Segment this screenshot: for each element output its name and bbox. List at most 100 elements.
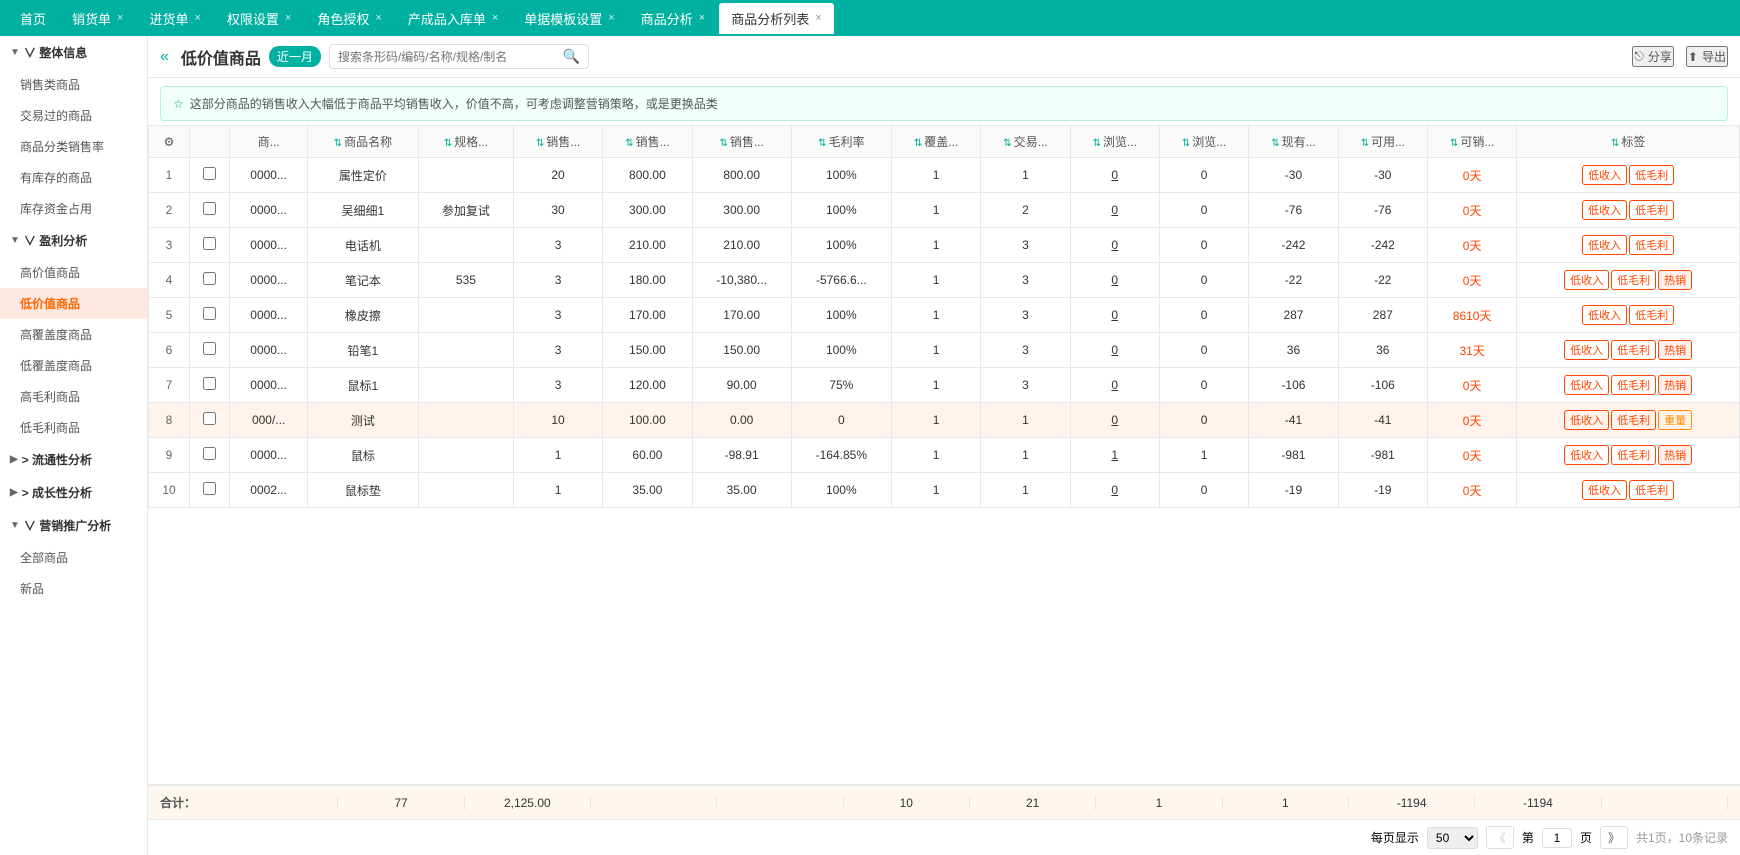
close-icon[interactable]: × — [375, 12, 381, 24]
nav-item-销货单[interactable]: 销货单× — [60, 3, 135, 34]
row-select-checkbox[interactable] — [203, 412, 216, 425]
row-checkbox[interactable] — [190, 298, 230, 333]
sidebar-group-整体信息[interactable]: ▼ ∨ 整体信息 — [0, 36, 147, 69]
view1-link[interactable]: 0 — [1111, 168, 1118, 182]
export-button[interactable]: ⬆ 导出 — [1686, 46, 1728, 67]
row-view1[interactable]: 0 — [1070, 333, 1159, 368]
page-input[interactable] — [1542, 828, 1572, 848]
time-badge[interactable]: 近一月 — [269, 46, 321, 67]
nav-item-产成品入库单[interactable]: 产成品入库单× — [396, 3, 510, 34]
next-page-button[interactable]: 》 — [1600, 826, 1628, 849]
sidebar-item-商品分类销售率[interactable]: 商品分类销售率 — [0, 131, 147, 162]
col-header-sale3[interactable]: ⇅销售... — [692, 126, 791, 158]
col-header-spec[interactable]: ⇅规格... — [418, 126, 513, 158]
row-select-checkbox[interactable] — [203, 447, 216, 460]
nav-item-权限设置[interactable]: 权限设置× — [215, 3, 303, 34]
row-checkbox[interactable] — [190, 403, 230, 438]
close-icon[interactable]: × — [815, 12, 821, 24]
col-header-saleable[interactable]: ⇅可销... — [1427, 126, 1516, 158]
row-select-checkbox[interactable] — [203, 482, 216, 495]
row-select-checkbox[interactable] — [203, 377, 216, 390]
close-icon[interactable]: × — [608, 12, 614, 24]
close-icon[interactable]: × — [699, 12, 705, 24]
view1-link[interactable]: 0 — [1111, 203, 1118, 217]
per-page-select[interactable]: 50 20 100 — [1427, 827, 1478, 849]
sidebar-item-有库存的商品[interactable]: 有库存的商品 — [0, 162, 147, 193]
share-button[interactable]: ⎋ 分享 — [1632, 46, 1674, 67]
row-checkbox[interactable] — [190, 263, 230, 298]
row-select-checkbox[interactable] — [203, 237, 216, 250]
first-page-button[interactable]: 《 — [1486, 826, 1514, 849]
row-checkbox[interactable] — [190, 438, 230, 473]
row-checkbox[interactable] — [190, 158, 230, 193]
col-header-current[interactable]: ⇅现有... — [1249, 126, 1338, 158]
nav-item-单据模板设置[interactable]: 单据模板设置× — [512, 3, 626, 34]
row-view1[interactable]: 0 — [1070, 403, 1159, 438]
row-select-checkbox[interactable] — [203, 342, 216, 355]
nav-item-首页[interactable]: 首页 — [8, 3, 58, 34]
col-header-tags[interactable]: ⇅标签 — [1517, 126, 1740, 158]
view1-link[interactable]: 0 — [1111, 308, 1118, 322]
sidebar-item-高毛利商品[interactable]: 高毛利商品 — [0, 381, 147, 412]
col-header-sale2[interactable]: ⇅销售... — [603, 126, 692, 158]
sidebar-item-库存资金占用[interactable]: 库存资金占用 — [0, 193, 147, 224]
sidebar-collapse-btn[interactable]: « — [160, 48, 169, 66]
close-icon[interactable]: × — [492, 12, 498, 24]
view1-link[interactable]: 0 — [1111, 483, 1118, 497]
close-icon[interactable]: × — [285, 12, 291, 24]
col-header-code[interactable]: 商... — [230, 126, 307, 158]
view1-link[interactable]: 0 — [1111, 413, 1118, 427]
col-header-name[interactable]: ⇅商品名称 — [307, 126, 418, 158]
view1-link[interactable]: 0 — [1111, 273, 1118, 287]
close-icon[interactable]: × — [117, 12, 123, 24]
sidebar-group-成长性分析[interactable]: ▶> 成长性分析 — [0, 476, 147, 509]
sidebar-item-低覆盖度商品[interactable]: 低覆盖度商品 — [0, 350, 147, 381]
sidebar-group-流通性分析[interactable]: ▶> 流通性分析 — [0, 443, 147, 476]
view1-link[interactable]: 0 — [1111, 238, 1118, 252]
sidebar-item-全部商品[interactable]: 全部商品 — [0, 542, 147, 573]
sidebar-item-新品[interactable]: 新品 — [0, 573, 147, 604]
row-view1[interactable]: 0 — [1070, 193, 1159, 228]
col-header-available[interactable]: ⇅可用... — [1338, 126, 1427, 158]
col-header-trade[interactable]: ⇅交易... — [981, 126, 1070, 158]
row-select-checkbox[interactable] — [203, 272, 216, 285]
row-checkbox[interactable] — [190, 368, 230, 403]
row-select-checkbox[interactable] — [203, 307, 216, 320]
col-header-view2[interactable]: ⇅浏览... — [1159, 126, 1248, 158]
sidebar-item-销售类商品[interactable]: 销售类商品 — [0, 69, 147, 100]
row-view1[interactable]: 0 — [1070, 368, 1159, 403]
view1-link[interactable]: 0 — [1111, 343, 1118, 357]
view1-link[interactable]: 0 — [1111, 378, 1118, 392]
col-header-margin[interactable]: ⇅毛利率 — [791, 126, 891, 158]
row-checkbox[interactable] — [190, 193, 230, 228]
row-view1[interactable]: 0 — [1070, 228, 1159, 263]
sidebar-item-高覆盖度商品[interactable]: 高覆盖度商品 — [0, 319, 147, 350]
row-checkbox[interactable] — [190, 473, 230, 508]
col-header-view1[interactable]: ⇅浏览... — [1070, 126, 1159, 158]
sidebar-group-盈利分析[interactable]: ▼ ∨ 盈利分析 — [0, 224, 147, 257]
sidebar-item-低价值商品[interactable]: 低价值商品 — [0, 288, 147, 319]
row-view1[interactable]: 0 — [1070, 263, 1159, 298]
view1-link[interactable]: 1 — [1111, 448, 1118, 462]
row-select-checkbox[interactable] — [203, 202, 216, 215]
close-icon[interactable]: × — [194, 12, 200, 24]
nav-item-进货单[interactable]: 进货单× — [137, 3, 212, 34]
sidebar-group-营销推广分析[interactable]: ▼ ∨ 营销推广分析 — [0, 509, 147, 542]
row-view1[interactable]: 1 — [1070, 438, 1159, 473]
col-header-sale1[interactable]: ⇅销售... — [513, 126, 602, 158]
nav-item-角色授权[interactable]: 角色授权× — [305, 3, 393, 34]
sidebar-item-高价值商品[interactable]: 高价值商品 — [0, 257, 147, 288]
row-view1[interactable]: 0 — [1070, 158, 1159, 193]
row-checkbox[interactable] — [190, 228, 230, 263]
row-checkbox[interactable] — [190, 333, 230, 368]
row-view1[interactable]: 0 — [1070, 298, 1159, 333]
search-input[interactable] — [338, 50, 559, 64]
search-icon[interactable]: 🔍 — [563, 48, 580, 65]
sidebar-item-低毛利商品[interactable]: 低毛利商品 — [0, 412, 147, 443]
row-view1[interactable]: 0 — [1070, 473, 1159, 508]
nav-item-商品分析[interactable]: 商品分析× — [629, 3, 717, 34]
col-header-cover[interactable]: ⇅覆盖... — [891, 126, 980, 158]
row-select-checkbox[interactable] — [203, 167, 216, 180]
nav-item-商品分析列表[interactable]: 商品分析列表× — [719, 3, 833, 34]
sidebar-item-交易过的商品[interactable]: 交易过的商品 — [0, 100, 147, 131]
